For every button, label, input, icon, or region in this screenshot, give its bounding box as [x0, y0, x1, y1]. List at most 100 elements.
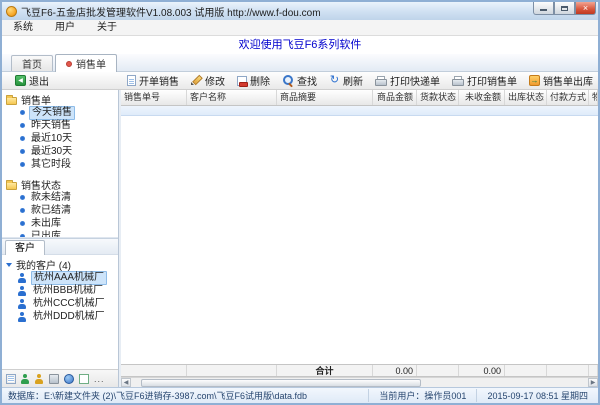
tab-strip: 首页 销售单: [2, 54, 598, 72]
stock-out-label: 销售单出库: [543, 77, 593, 88]
customer-report-icon[interactable]: [6, 373, 16, 384]
total-cell: [547, 365, 589, 376]
search-icon: [282, 75, 294, 86]
column-header-amount[interactable]: 商品金额: [373, 90, 417, 105]
tree-item-last10days-label: 最近10天: [31, 132, 73, 144]
tab-home-label: 首页: [22, 60, 42, 71]
new-sale-button[interactable]: 开单销售: [121, 73, 185, 89]
title-bar[interactable]: 飞豆F6-五金店批发管理软件V1.08.003 试用版 http://www.f…: [2, 2, 598, 20]
status-database-path: 数据库：E:\新建文件夹 (2)\飞豆F6进销存-3987.com\飞豆F6试用…: [2, 389, 370, 402]
scroll-right-icon[interactable]: ▶: [588, 378, 598, 387]
print-customer-icon[interactable]: [49, 373, 59, 384]
app-window: 飞豆F6-五金店批发管理软件V1.08.003 试用版 http://www.f…: [0, 0, 600, 405]
exit-button[interactable]: ◀ 退出: [9, 73, 55, 89]
grid-header: 销售单号 客户名称 商品摘要 商品金额 货款状态 未收金额 出库状态 付款方式 …: [121, 90, 598, 106]
column-header-payment-status[interactable]: 货款状态: [417, 90, 459, 105]
grid-selected-empty-row[interactable]: [121, 106, 598, 116]
welcome-banner: 欢迎使用飞豆F6系列软件: [2, 36, 598, 54]
add-customer-icon[interactable]: [21, 373, 30, 384]
customer-item-label: 杭州BBB机械厂: [33, 284, 104, 296]
exit-icon: ◀: [15, 75, 26, 86]
tree-item-last10days[interactable]: 最近10天: [6, 132, 118, 145]
status-filter-group: 销售状态 款未结清 款已结清 未出库 已出库: [6, 178, 118, 238]
sales-toolbar: ◀ 退出 开单销售 修改 删除 查找 ↻ 刷新 打印快递单 打印销售单 → 销售…: [2, 72, 598, 90]
bullet-icon: [20, 110, 25, 115]
tab-sales[interactable]: 销售单: [55, 54, 117, 72]
column-header-unreceived[interactable]: 未收金额: [459, 90, 505, 105]
column-header-ship-status[interactable]: 出库状态: [505, 90, 547, 105]
scrollbar-thumb[interactable]: [141, 378, 421, 387]
minimize-button[interactable]: [533, 2, 554, 15]
tree-item-unpaid-label: 款未结清: [31, 191, 71, 203]
menu-about[interactable]: 关于: [86, 20, 128, 36]
horizontal-scrollbar[interactable]: ◀ ▶: [121, 377, 598, 387]
delete-button[interactable]: 删除: [231, 73, 276, 89]
column-header-logistics[interactable]: 物流公: [589, 90, 598, 105]
folder-icon: [6, 94, 17, 105]
network-icon[interactable]: [64, 373, 74, 384]
customer-item[interactable]: 杭州AAA机械厂: [6, 270, 118, 285]
filter-tree: 销售单 今天销售 昨天销售 最近10天 最近30天 其它时段 销售状态 款未结清…: [2, 90, 118, 238]
sales-grid: 销售单号 客户名称 商品摘要 商品金额 货款状态 未收金额 出库状态 付款方式 …: [119, 90, 598, 387]
tab-customer[interactable]: 客户: [5, 240, 45, 255]
refresh-icon: ↻: [329, 74, 340, 86]
customer-root[interactable]: 我的客户 (4): [6, 258, 118, 272]
more-button[interactable]: ...: [94, 374, 105, 384]
column-header-customer[interactable]: 客户名称: [187, 90, 277, 105]
tree-item-not-shipped[interactable]: 未出库: [6, 217, 118, 230]
close-icon: ×: [582, 2, 589, 13]
scroll-left-icon[interactable]: ◀: [121, 378, 131, 387]
print-express-label: 打印快递单: [390, 77, 440, 88]
menu-user[interactable]: 用户: [44, 20, 86, 36]
print-express-button[interactable]: 打印快递单: [369, 73, 446, 89]
export-customer-icon[interactable]: [79, 373, 89, 384]
bullet-icon: [20, 149, 25, 154]
tab-dot-icon: [66, 60, 72, 67]
grid-body[interactable]: [121, 116, 598, 364]
tree-item-paid[interactable]: 款已结清: [6, 204, 118, 217]
customer-toolbar: ...: [2, 369, 118, 387]
tree-group-sales[interactable]: 销售单: [6, 93, 118, 107]
customer-icon: [18, 311, 27, 322]
close-button[interactable]: ×: [575, 2, 596, 15]
refresh-button[interactable]: ↻ 刷新: [323, 73, 369, 89]
stock-out-button[interactable]: → 销售单出库: [523, 73, 599, 89]
customer-icon: [18, 298, 27, 309]
edit-customer-icon[interactable]: [35, 373, 44, 384]
tree-item-yesterday[interactable]: 昨天销售: [6, 119, 118, 132]
customer-item[interactable]: 杭州BBB机械厂: [6, 284, 118, 297]
edit-button[interactable]: 修改: [185, 73, 231, 89]
tab-home[interactable]: 首页: [11, 55, 53, 71]
delete-icon: [237, 75, 248, 87]
tree-group-sales-label: 销售单: [21, 96, 51, 107]
column-header-summary[interactable]: 商品摘要: [277, 90, 373, 105]
tree-item-unpaid[interactable]: 款未结清: [6, 191, 118, 204]
minimize-icon: [540, 9, 547, 11]
bullet-icon: [20, 123, 25, 128]
tree-item-other-period[interactable]: 其它时段: [6, 158, 118, 171]
total-cell: [187, 365, 277, 376]
tree-group-status[interactable]: 销售状态: [6, 178, 118, 192]
total-cell: [121, 365, 187, 376]
tree-item-shipped-label: 已出库: [31, 230, 61, 238]
tree-item-paid-label: 款已结清: [31, 204, 71, 216]
menu-system[interactable]: 系统: [2, 20, 44, 36]
print-sales-button[interactable]: 打印销售单: [446, 73, 523, 89]
app-icon: [6, 5, 17, 17]
printer-icon: [375, 75, 387, 86]
column-header-order-no[interactable]: 销售单号: [121, 90, 187, 105]
customer-item[interactable]: 杭州CCC机械厂: [6, 297, 118, 310]
tree-expand-icon[interactable]: [6, 262, 12, 267]
column-header-pay-method[interactable]: 付款方式: [547, 90, 589, 105]
tree-item-today[interactable]: 今天销售: [6, 105, 118, 120]
customer-item[interactable]: 杭州DDD机械厂: [6, 310, 118, 323]
edit-icon: [191, 75, 202, 86]
find-label: 查找: [297, 77, 317, 88]
tree-item-shipped[interactable]: 已出库: [6, 230, 118, 238]
tree-item-last30days-label: 最近30天: [31, 145, 73, 157]
maximize-button[interactable]: [554, 2, 575, 15]
bullet-icon: [20, 162, 25, 167]
maximize-icon: [561, 5, 568, 11]
find-button[interactable]: 查找: [276, 73, 323, 89]
tree-item-last30days[interactable]: 最近30天: [6, 145, 118, 158]
